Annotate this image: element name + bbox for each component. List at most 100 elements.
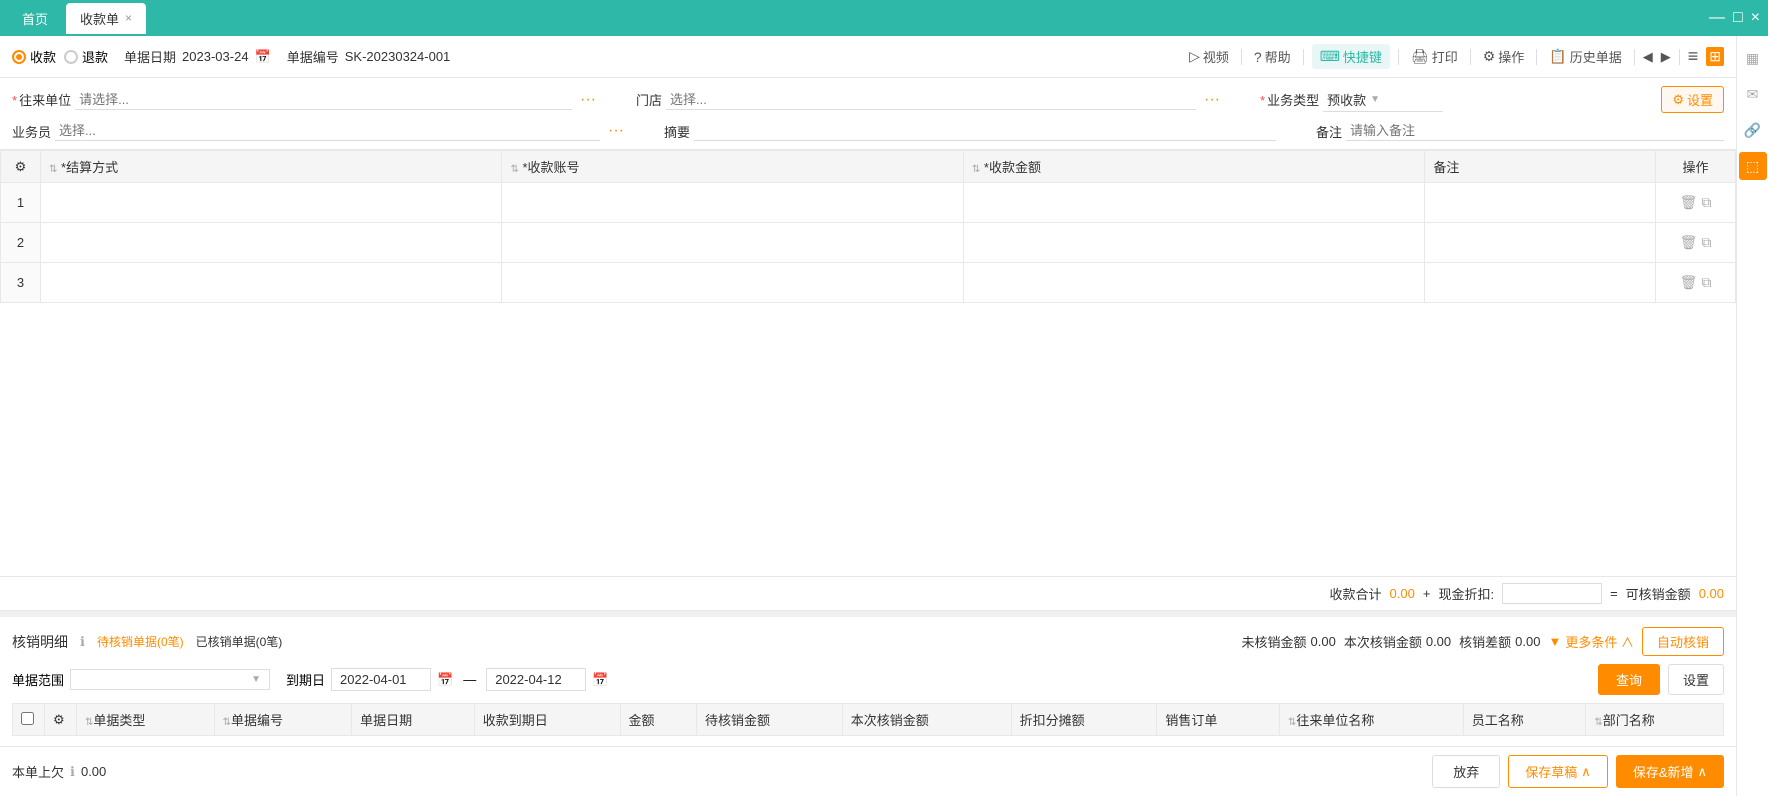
- cell-settlement-1[interactable]: [41, 183, 502, 223]
- tab-close-icon[interactable]: ×: [125, 11, 132, 25]
- business-type-select[interactable]: 预收款 ▼: [1323, 88, 1443, 112]
- chevron-down-icon: ▼: [1370, 94, 1380, 105]
- cell-note-3[interactable]: [1425, 263, 1656, 303]
- tab-active-label: 收款单: [80, 9, 119, 28]
- cell-action-3: 🗑 ⧉: [1656, 263, 1736, 303]
- rec-settings-icon: ⚙: [53, 712, 65, 727]
- pending-tab[interactable]: 待核销单据(0笔): [97, 633, 184, 650]
- diff-label: 核销差额: [1459, 632, 1511, 651]
- rec-col-current: 本次核销金额: [842, 704, 1011, 736]
- action-cell-3: 🗑 ⧉: [1664, 274, 1727, 291]
- cell-note-1[interactable]: [1425, 183, 1656, 223]
- bill-date-value: 2023-03-24: [182, 49, 249, 64]
- top-toolbar: 收款 退款 单据日期 2023-03-24 📅 单据编号 SK-20230324…: [0, 36, 1736, 78]
- window-maximize-icon[interactable]: □: [1733, 9, 1743, 27]
- grid-view-icon[interactable]: ⊞: [1706, 47, 1724, 66]
- prev-record-icon[interactable]: ◀: [1643, 49, 1653, 65]
- staff-more-icon[interactable]: ···: [608, 122, 624, 140]
- cell-amount-1[interactable]: [963, 183, 1424, 223]
- row-num-3: 3: [1, 263, 41, 303]
- cell-amount-2[interactable]: [963, 223, 1424, 263]
- calendar-from-icon[interactable]: 📅: [437, 672, 453, 688]
- cell-settlement-3[interactable]: [41, 263, 502, 303]
- copy-icon-3[interactable]: ⧉: [1701, 274, 1711, 291]
- store-input[interactable]: [666, 90, 1196, 110]
- cell-account-3[interactable]: [502, 263, 963, 303]
- partner-input[interactable]: [75, 90, 572, 110]
- rec-settings-col[interactable]: ⚙: [45, 704, 77, 736]
- receivable-label: 可核销金额: [1626, 584, 1691, 603]
- date-to-input[interactable]: [486, 668, 586, 691]
- tab-home[interactable]: 首页: [8, 3, 62, 34]
- sidebar-icon-layout[interactable]: ⬚: [1739, 152, 1767, 180]
- store-more-icon[interactable]: ···: [1204, 91, 1220, 109]
- sidebar-icon-attachment[interactable]: 🔗: [1739, 116, 1767, 144]
- cell-note-2[interactable]: [1425, 223, 1656, 263]
- list-view-icon[interactable]: ≡: [1688, 46, 1699, 67]
- bottom-left: 本单上欠 ℹ 0.00: [12, 762, 106, 781]
- cell-account-2[interactable]: [502, 223, 963, 263]
- refund-radio[interactable]: 退款: [64, 47, 108, 66]
- auto-reconcile-button[interactable]: 自动核销: [1642, 627, 1724, 656]
- cell-account-1[interactable]: [502, 183, 963, 223]
- sidebar-icon-message[interactable]: ✉: [1739, 80, 1767, 108]
- abandon-button[interactable]: 放弃: [1432, 755, 1500, 788]
- toolbar-right: ▷ 视频 ? 帮助 ⌨ 快捷键 🖨 打印 ⚙ 操作: [1185, 44, 1724, 69]
- tab-active[interactable]: 收款单 ×: [66, 3, 146, 34]
- settings-col-header[interactable]: ⚙: [1, 151, 41, 183]
- cell-amount-3[interactable]: [963, 263, 1424, 303]
- partner-more-icon[interactable]: ···: [580, 91, 596, 109]
- calendar-to-icon[interactable]: 📅: [592, 672, 608, 688]
- tab-bar-right: — □ ×: [1709, 9, 1760, 27]
- date-from-input[interactable]: [331, 668, 431, 691]
- draft-label: 保存草稿: [1525, 762, 1577, 781]
- help-icon: ?: [1254, 49, 1262, 65]
- delete-icon-1[interactable]: 🗑: [1680, 194, 1698, 211]
- receipt-radio-circle: [12, 50, 26, 64]
- history-btn[interactable]: 📋 历史单据: [1545, 45, 1625, 68]
- filter-icon: ▼: [1548, 634, 1561, 649]
- window-close-icon[interactable]: ×: [1751, 9, 1760, 27]
- done-tab[interactable]: 已核销单据(0笔): [196, 633, 283, 650]
- next-record-icon[interactable]: ▶: [1661, 49, 1671, 65]
- help-btn[interactable]: ? 帮助: [1250, 45, 1295, 68]
- query-button[interactable]: 查询: [1598, 664, 1660, 695]
- print-btn[interactable]: 🖨 打印: [1407, 45, 1462, 68]
- copy-icon-2[interactable]: ⧉: [1701, 234, 1711, 251]
- table-settings-icon: ⚙: [15, 159, 27, 174]
- save-new-button[interactable]: 保存&新增 ∧: [1616, 755, 1724, 788]
- note-input[interactable]: [1346, 121, 1724, 141]
- note-label: 备注: [1316, 122, 1342, 141]
- divider-5: [1536, 49, 1537, 65]
- sidebar-icon-table[interactable]: ▦: [1739, 44, 1767, 72]
- staff-field: 业务员 ···: [12, 121, 624, 141]
- settings-button[interactable]: ⚙ 设置: [1661, 86, 1724, 113]
- partner-label: 往来单位: [12, 90, 71, 109]
- info-icon[interactable]: ℹ: [80, 634, 85, 650]
- staff-input[interactable]: [55, 121, 600, 141]
- form-row-2: 业务员 ··· 摘要 备注: [12, 121, 1724, 141]
- delete-icon-3[interactable]: 🗑: [1680, 274, 1698, 291]
- video-btn[interactable]: ▷ 视频: [1185, 45, 1233, 68]
- shortcut-btn[interactable]: ⌨ 快捷键: [1312, 44, 1390, 69]
- window-minimize-icon[interactable]: —: [1709, 9, 1725, 27]
- bill-limit-icon[interactable]: ℹ: [70, 764, 75, 780]
- rec-col-date: 单据日期: [352, 704, 475, 736]
- more-conditions-btn[interactable]: ▼ 更多条件 ∧: [1548, 632, 1634, 651]
- discount-input[interactable]: [1502, 583, 1602, 604]
- settings-button-2[interactable]: 设置: [1668, 664, 1724, 695]
- col-account: ⇅ *收款账号: [502, 151, 963, 183]
- receipt-radio[interactable]: 收款: [12, 47, 56, 66]
- delete-icon-2[interactable]: 🗑: [1680, 234, 1698, 251]
- bill-date-calendar-icon[interactable]: 📅: [255, 49, 271, 65]
- draft-button[interactable]: 保存草稿 ∧: [1508, 755, 1608, 788]
- cell-settlement-2[interactable]: [41, 223, 502, 263]
- operation-btn[interactable]: ⚙ 操作: [1479, 45, 1529, 68]
- select-all-checkbox[interactable]: [21, 712, 34, 725]
- shortcut-icon: ⌨: [1320, 48, 1340, 65]
- copy-icon-1[interactable]: ⧉: [1701, 194, 1711, 211]
- divider-4: [1470, 49, 1471, 65]
- table-scroll[interactable]: ⚙ ⇅ *结算方式 ⇅ *收款账号 ⇅ *收款金额: [0, 150, 1736, 576]
- range-select[interactable]: ▼: [70, 669, 270, 690]
- summary-input[interactable]: [694, 121, 1276, 141]
